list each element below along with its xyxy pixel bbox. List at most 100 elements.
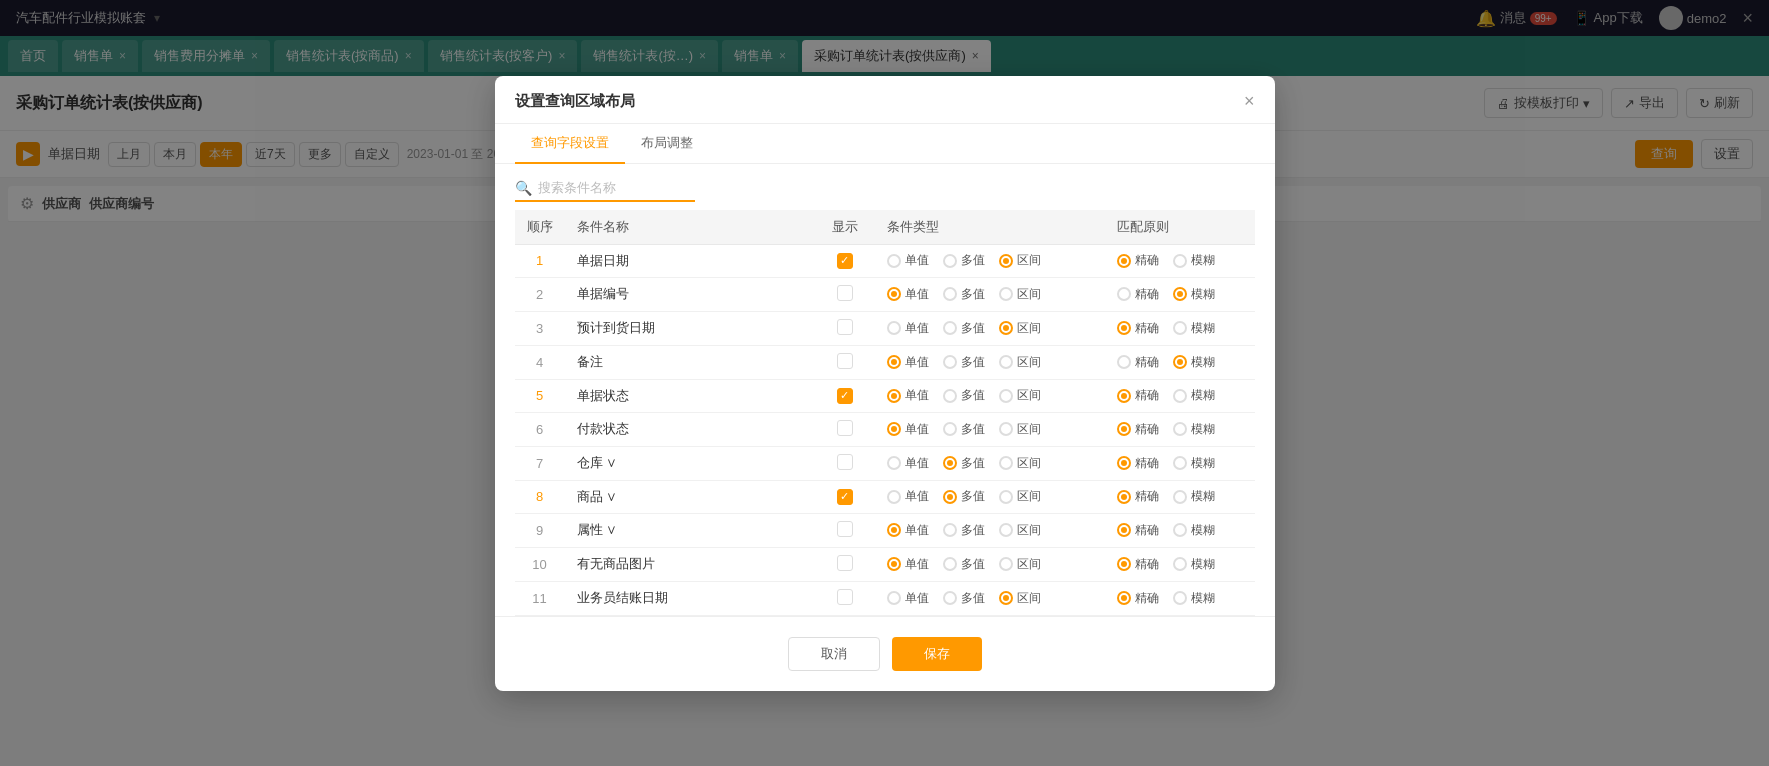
row-name-cell: 单据状态 bbox=[565, 379, 815, 412]
row-type-cell: 单值多值区间 bbox=[875, 513, 1105, 547]
tab-query-fields[interactable]: 查询字段设置 bbox=[515, 124, 625, 164]
radio-circle bbox=[887, 490, 901, 504]
type-radio-item[interactable]: 单值 bbox=[887, 286, 929, 303]
type-radio-item[interactable]: 多值 bbox=[943, 455, 985, 472]
match-radio-item[interactable]: 模糊 bbox=[1173, 286, 1215, 303]
type-radio-item[interactable]: 单值 bbox=[887, 252, 929, 269]
radio-circle bbox=[999, 287, 1013, 301]
match-radio-item[interactable]: 模糊 bbox=[1173, 556, 1215, 573]
row-name-cell: 属性 ∨ bbox=[565, 513, 815, 547]
type-radio-item[interactable]: 多值 bbox=[943, 590, 985, 607]
display-checkbox[interactable] bbox=[837, 521, 853, 537]
type-radio-item[interactable]: 区间 bbox=[999, 286, 1041, 303]
match-radio-item[interactable]: 精确 bbox=[1117, 320, 1159, 337]
match-radio-item[interactable]: 精确 bbox=[1117, 354, 1159, 371]
cancel-button[interactable]: 取消 bbox=[788, 637, 880, 671]
type-radio-item[interactable]: 多值 bbox=[943, 286, 985, 303]
match-radio-item[interactable]: 精确 bbox=[1117, 522, 1159, 539]
match-radio-item[interactable]: 模糊 bbox=[1173, 488, 1215, 505]
match-radio-item[interactable]: 模糊 bbox=[1173, 387, 1215, 404]
row-match-cell: 精确模糊 bbox=[1105, 412, 1255, 446]
type-radio-item[interactable]: 多值 bbox=[943, 387, 985, 404]
table-row: 6付款状态单值多值区间精确模糊 bbox=[515, 412, 1255, 446]
type-radio-item[interactable]: 单值 bbox=[887, 455, 929, 472]
type-radio-item[interactable]: 区间 bbox=[999, 387, 1041, 404]
match-radio-item[interactable]: 精确 bbox=[1117, 590, 1159, 607]
type-radio-item[interactable]: 区间 bbox=[999, 590, 1041, 607]
match-radio-item[interactable]: 精确 bbox=[1117, 455, 1159, 472]
modal-header: 设置查询区域布局 × bbox=[495, 76, 1275, 124]
display-checkbox[interactable] bbox=[837, 454, 853, 470]
radio-circle bbox=[943, 557, 957, 571]
type-radio-item[interactable]: 多值 bbox=[943, 320, 985, 337]
table-row: 4备注单值多值区间精确模糊 bbox=[515, 345, 1255, 379]
type-radio-item[interactable]: 单值 bbox=[887, 320, 929, 337]
match-radio-item[interactable]: 精确 bbox=[1117, 387, 1159, 404]
type-radio-item[interactable]: 多值 bbox=[943, 354, 985, 371]
type-radio-item[interactable]: 单值 bbox=[887, 421, 929, 438]
display-checkbox[interactable] bbox=[837, 555, 853, 571]
display-checkbox[interactable] bbox=[837, 319, 853, 335]
display-checkbox[interactable] bbox=[837, 420, 853, 436]
match-radio-item[interactable]: 模糊 bbox=[1173, 455, 1215, 472]
radio-circle bbox=[1117, 355, 1131, 369]
type-radio-item[interactable]: 多值 bbox=[943, 556, 985, 573]
radio-circle bbox=[943, 321, 957, 335]
row-display-cell bbox=[815, 547, 875, 581]
match-radio-item[interactable]: 模糊 bbox=[1173, 252, 1215, 269]
match-radio-item[interactable]: 精确 bbox=[1117, 556, 1159, 573]
radio-circle bbox=[999, 456, 1013, 470]
match-radio-item[interactable]: 精确 bbox=[1117, 421, 1159, 438]
row-type-cell: 单值多值区间 bbox=[875, 244, 1105, 277]
radio-circle bbox=[1173, 422, 1187, 436]
display-checkbox[interactable] bbox=[837, 589, 853, 605]
tab-layout[interactable]: 布局调整 bbox=[625, 124, 709, 164]
type-radio-item[interactable]: 区间 bbox=[999, 455, 1041, 472]
type-radio-item[interactable]: 区间 bbox=[999, 421, 1041, 438]
match-radio-item[interactable]: 模糊 bbox=[1173, 522, 1215, 539]
type-radio-item[interactable]: 单值 bbox=[887, 354, 929, 371]
match-radio-item[interactable]: 模糊 bbox=[1173, 421, 1215, 438]
row-type-cell: 单值多值区间 bbox=[875, 379, 1105, 412]
type-radio-item[interactable]: 区间 bbox=[999, 320, 1041, 337]
row-display-cell bbox=[815, 446, 875, 480]
type-radio-item[interactable]: 区间 bbox=[999, 488, 1041, 505]
display-checkbox[interactable] bbox=[837, 353, 853, 369]
radio-circle bbox=[1173, 456, 1187, 470]
row-type-cell: 单值多值区间 bbox=[875, 446, 1105, 480]
type-radio-item[interactable]: 单值 bbox=[887, 522, 929, 539]
modal-overlay: 设置查询区域布局 × 查询字段设置 布局调整 🔍 顺序 bbox=[0, 0, 1769, 766]
display-checkbox[interactable] bbox=[837, 253, 853, 269]
type-radio-item[interactable]: 多值 bbox=[943, 252, 985, 269]
radio-circle bbox=[999, 557, 1013, 571]
type-radio-item[interactable]: 单值 bbox=[887, 387, 929, 404]
display-checkbox[interactable] bbox=[837, 388, 853, 404]
type-radio-item[interactable]: 区间 bbox=[999, 522, 1041, 539]
match-radio-item[interactable]: 精确 bbox=[1117, 286, 1159, 303]
match-radio-item[interactable]: 模糊 bbox=[1173, 590, 1215, 607]
search-wrap: 🔍 bbox=[515, 176, 695, 202]
type-radio-item[interactable]: 单值 bbox=[887, 590, 929, 607]
display-checkbox[interactable] bbox=[837, 285, 853, 301]
row-num-cell: 3 bbox=[515, 311, 565, 345]
type-radio-item[interactable]: 单值 bbox=[887, 488, 929, 505]
type-radio-item[interactable]: 区间 bbox=[999, 252, 1041, 269]
type-radio-item[interactable]: 多值 bbox=[943, 522, 985, 539]
type-radio-item[interactable]: 单值 bbox=[887, 556, 929, 573]
radio-circle bbox=[1117, 254, 1131, 268]
condition-search-input[interactable] bbox=[538, 180, 678, 195]
type-radio-item[interactable]: 多值 bbox=[943, 488, 985, 505]
modal-close-button[interactable]: × bbox=[1244, 92, 1255, 110]
type-radio-item[interactable]: 多值 bbox=[943, 421, 985, 438]
match-radio-item[interactable]: 精确 bbox=[1117, 252, 1159, 269]
row-display-cell bbox=[815, 311, 875, 345]
match-radio-item[interactable]: 精确 bbox=[1117, 488, 1159, 505]
match-radio-item[interactable]: 模糊 bbox=[1173, 354, 1215, 371]
radio-circle bbox=[1117, 422, 1131, 436]
radio-circle bbox=[1117, 490, 1131, 504]
display-checkbox[interactable] bbox=[837, 489, 853, 505]
match-radio-item[interactable]: 模糊 bbox=[1173, 320, 1215, 337]
type-radio-item[interactable]: 区间 bbox=[999, 354, 1041, 371]
save-button[interactable]: 保存 bbox=[892, 637, 982, 671]
type-radio-item[interactable]: 区间 bbox=[999, 556, 1041, 573]
